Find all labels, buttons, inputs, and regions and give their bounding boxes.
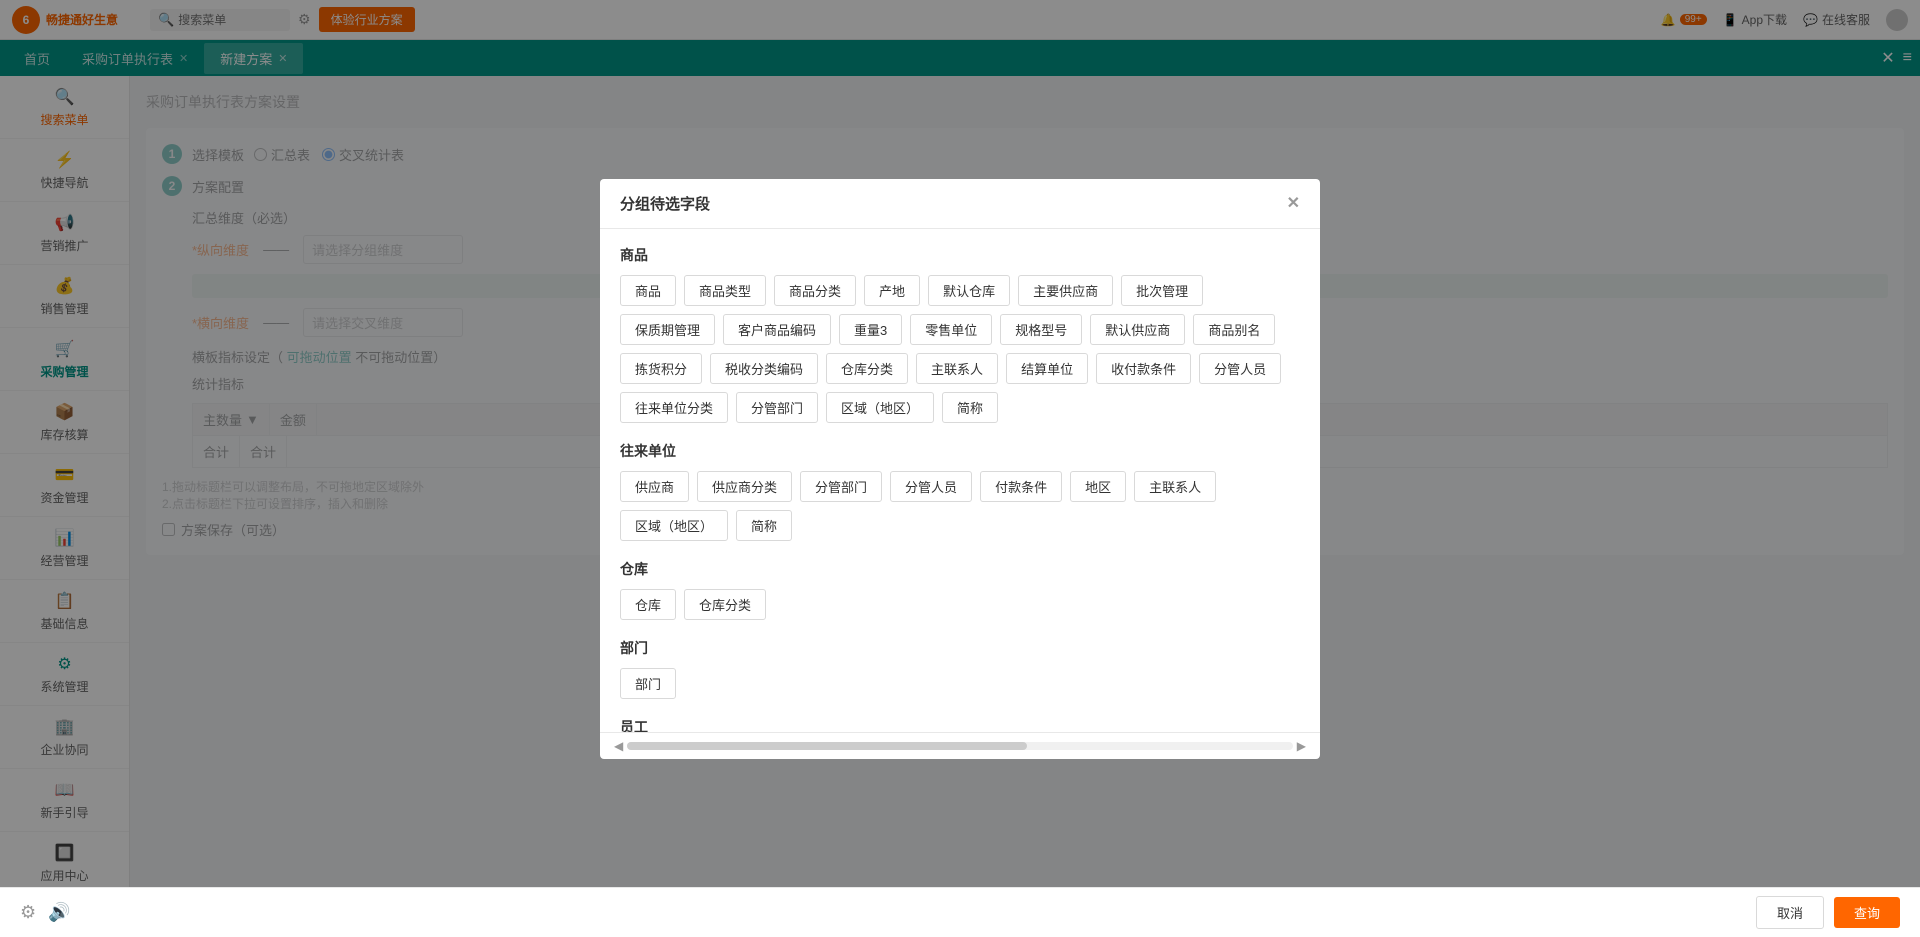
- field-tag-warehouse-1[interactable]: 仓库分类: [684, 589, 766, 620]
- horizontal-scrollbar[interactable]: [627, 742, 1293, 750]
- modal-title: 分组待选字段: [620, 193, 710, 214]
- field-tag-goods-13[interactable]: 商品别名: [1193, 314, 1275, 345]
- confirm-button[interactable]: 查询: [1834, 897, 1900, 928]
- field-tag-goods-6[interactable]: 批次管理: [1121, 275, 1203, 306]
- field-tag-partner-5[interactable]: 地区: [1070, 471, 1126, 502]
- field-tag-partner-3[interactable]: 分管人员: [890, 471, 972, 502]
- scroll-right-arrow[interactable]: ▶: [1293, 739, 1310, 753]
- field-tag-goods-14[interactable]: 拣货积分: [620, 353, 702, 384]
- field-tag-partner-6[interactable]: 主联系人: [1134, 471, 1216, 502]
- section-warehouse-title: 仓库: [620, 559, 1300, 579]
- field-tag-goods-21[interactable]: 往来单位分类: [620, 392, 728, 423]
- section-partner: 往来单位 供应商 供应商分类 分管部门 分管人员 付款条件 地区 主联系人 区域…: [620, 441, 1300, 541]
- goods-fields: 商品 商品类型 商品分类 产地 默认仓库 主要供应商 批次管理 保质期管理 客户…: [620, 275, 1300, 423]
- field-tag-goods-5[interactable]: 主要供应商: [1018, 275, 1113, 306]
- modal-close-btn[interactable]: ✕: [1287, 193, 1300, 213]
- field-tag-goods-0[interactable]: 商品: [620, 275, 676, 306]
- audio-icon[interactable]: 🔊: [48, 902, 70, 923]
- field-tag-goods-19[interactable]: 收付款条件: [1096, 353, 1191, 384]
- field-tag-goods-1[interactable]: 商品类型: [684, 275, 766, 306]
- modal-body: 商品 商品 商品类型 商品分类 产地 默认仓库 主要供应商 批次管理 保质期管理…: [600, 229, 1320, 732]
- field-tag-warehouse-0[interactable]: 仓库: [620, 589, 676, 620]
- field-tag-goods-17[interactable]: 主联系人: [916, 353, 998, 384]
- field-tag-partner-8[interactable]: 简称: [736, 510, 792, 541]
- modal-dialog: 分组待选字段 ✕ 商品 商品 商品类型 商品分类 产地 默认仓库 主要供应商 批…: [600, 179, 1320, 759]
- modal-footer-scroll: ◀ ▶: [600, 732, 1320, 759]
- settings-icon[interactable]: ⚙: [20, 902, 36, 923]
- section-department-title: 部门: [620, 638, 1300, 658]
- bottom-left-icons: ⚙ 🔊: [20, 902, 71, 923]
- department-fields: 部门: [620, 668, 1300, 699]
- field-tag-goods-9[interactable]: 重量3: [839, 314, 902, 345]
- section-warehouse: 仓库 仓库 仓库分类: [620, 559, 1300, 620]
- section-department: 部门 部门: [620, 638, 1300, 699]
- partner-fields: 供应商 供应商分类 分管部门 分管人员 付款条件 地区 主联系人 区域（地区） …: [620, 471, 1300, 541]
- field-tag-goods-3[interactable]: 产地: [864, 275, 920, 306]
- field-tag-partner-0[interactable]: 供应商: [620, 471, 689, 502]
- field-tag-goods-8[interactable]: 客户商品编码: [723, 314, 831, 345]
- field-tag-goods-18[interactable]: 结算单位: [1006, 353, 1088, 384]
- modal-overlay: 分组待选字段 ✕ 商品 商品 商品类型 商品分类 产地 默认仓库 主要供应商 批…: [0, 0, 1920, 937]
- field-tag-goods-4[interactable]: 默认仓库: [928, 275, 1010, 306]
- field-tag-goods-24[interactable]: 简称: [942, 392, 998, 423]
- section-employee: 员工 业务员: [620, 717, 1300, 732]
- scrollbar-thumb: [627, 742, 1026, 750]
- scroll-left-arrow[interactable]: ◀: [610, 739, 627, 753]
- field-tag-goods-12[interactable]: 默认供应商: [1090, 314, 1185, 345]
- field-tag-partner-2[interactable]: 分管部门: [800, 471, 882, 502]
- field-tag-partner-4[interactable]: 付款条件: [980, 471, 1062, 502]
- field-tag-goods-10[interactable]: 零售单位: [910, 314, 992, 345]
- warehouse-fields: 仓库 仓库分类: [620, 589, 1300, 620]
- field-tag-goods-15[interactable]: 税收分类编码: [710, 353, 818, 384]
- field-tag-partner-7[interactable]: 区域（地区）: [620, 510, 728, 541]
- section-goods-title: 商品: [620, 245, 1300, 265]
- field-tag-goods-16[interactable]: 仓库分类: [826, 353, 908, 384]
- section-goods: 商品 商品 商品类型 商品分类 产地 默认仓库 主要供应商 批次管理 保质期管理…: [620, 245, 1300, 423]
- field-tag-goods-20[interactable]: 分管人员: [1199, 353, 1281, 384]
- field-tag-goods-2[interactable]: 商品分类: [774, 275, 856, 306]
- bottom-bar: ⚙ 🔊 取消 查询: [0, 887, 1920, 937]
- field-tag-goods-11[interactable]: 规格型号: [1000, 314, 1082, 345]
- field-tag-goods-7[interactable]: 保质期管理: [620, 314, 715, 345]
- cancel-button[interactable]: 取消: [1756, 896, 1824, 929]
- field-tag-partner-1[interactable]: 供应商分类: [697, 471, 792, 502]
- field-tag-goods-23[interactable]: 区域（地区）: [826, 392, 934, 423]
- section-partner-title: 往来单位: [620, 441, 1300, 461]
- modal-header: 分组待选字段 ✕: [600, 179, 1320, 229]
- section-employee-title: 员工: [620, 717, 1300, 732]
- field-tag-department-0[interactable]: 部门: [620, 668, 676, 699]
- field-tag-goods-22[interactable]: 分管部门: [736, 392, 818, 423]
